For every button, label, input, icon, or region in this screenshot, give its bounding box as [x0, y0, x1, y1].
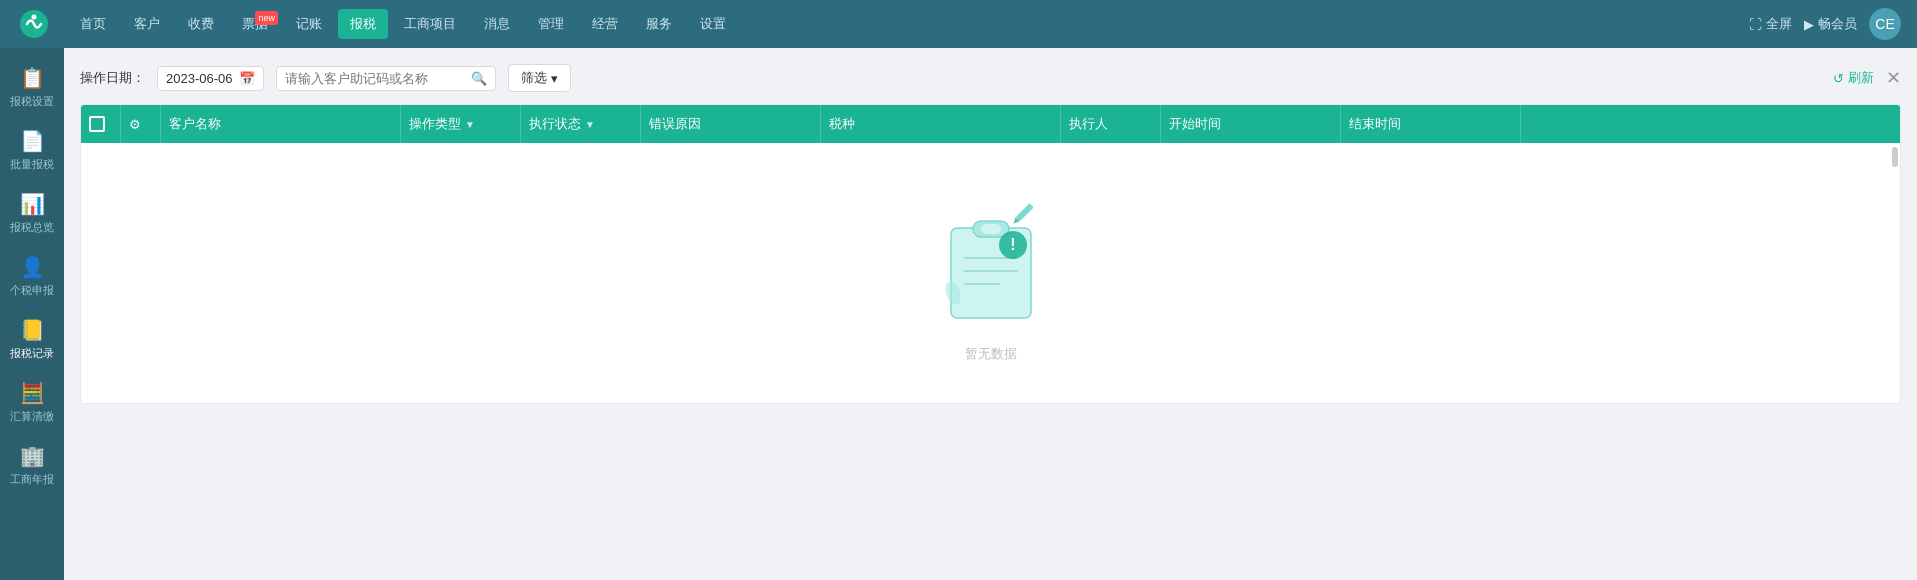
sidebar-label: 批量报税: [10, 157, 54, 172]
fullscreen-label: 全屏: [1766, 15, 1792, 33]
filter-label: 筛选: [521, 69, 547, 87]
th-cell-4[interactable]: 执行状态 ▼: [521, 105, 641, 143]
logo[interactable]: [16, 6, 52, 42]
nav-item-记账[interactable]: 记账: [284, 9, 334, 39]
toolbar-right: ↺ 刷新 ✕: [1833, 67, 1901, 89]
top-nav-right: ⛶ 全屏 ▶ 畅会员 CE: [1749, 8, 1901, 40]
nav-item-服务[interactable]: 服务: [634, 9, 684, 39]
nav-item-首页[interactable]: 首页: [68, 9, 118, 39]
sidebar-label: 个税申报: [10, 283, 54, 298]
th-label: 税种: [829, 115, 855, 133]
sidebar: 📋 报税设置📄 批量报税📊 报税总览👤 个税申报📒 报税记录🧮 汇算清缴🏢 工商…: [0, 48, 64, 580]
scroll-indicator: [1890, 143, 1900, 403]
settings-icon[interactable]: ⚙: [129, 117, 141, 132]
table-header: ⚙ 客户名称 操作类型 ▼ 执行状态 ▼ 错误原因 税种 执行人 开始时间 结束时间: [81, 105, 1900, 143]
sidebar-icon: 📄: [20, 129, 45, 153]
sidebar-item-工商年报[interactable]: 🏢 工商年报: [0, 434, 64, 497]
svg-rect-10: [1015, 203, 1033, 221]
avatar-text: CE: [1875, 16, 1894, 32]
sidebar-icon: 📒: [20, 318, 45, 342]
chevron-down-icon: ▾: [551, 71, 558, 86]
sort-icon[interactable]: ▼: [585, 119, 595, 130]
toolbar: 操作日期： 2023-06-06 📅 🔍 筛选 ▾ ↺ 刷新 ✕: [80, 64, 1901, 92]
nav-item-经营[interactable]: 经营: [580, 9, 630, 39]
main-content: 操作日期： 2023-06-06 📅 🔍 筛选 ▾ ↺ 刷新 ✕ ⚙ 客户名称 操作…: [64, 48, 1917, 580]
avatar[interactable]: CE: [1869, 8, 1901, 40]
th-label: 执行状态: [529, 115, 581, 133]
nav-item-设置[interactable]: 设置: [688, 9, 738, 39]
refresh-label: 刷新: [1848, 69, 1874, 87]
th-label: 结束时间: [1349, 115, 1401, 133]
sidebar-item-批量报税[interactable]: 📄 批量报税: [0, 119, 64, 182]
sidebar-item-报税设置[interactable]: 📋 报税设置: [0, 56, 64, 119]
date-picker[interactable]: 2023-06-06 📅: [157, 66, 264, 91]
table-body: ! 暂无数据: [81, 143, 1900, 403]
th-cell-8: 开始时间: [1161, 105, 1341, 143]
th-cell-7: 执行人: [1061, 105, 1161, 143]
sidebar-item-报税记录[interactable]: 📒 报税记录: [0, 308, 64, 371]
sidebar-icon: 👤: [20, 255, 45, 279]
th-label: 操作类型: [409, 115, 461, 133]
sidebar-label: 工商年报: [10, 472, 54, 487]
th-cell-3[interactable]: 操作类型 ▼: [401, 105, 521, 143]
sidebar-item-汇算清缴[interactable]: 🧮 汇算清缴: [0, 371, 64, 434]
date-value: 2023-06-06: [166, 71, 233, 86]
sidebar-item-个税申报[interactable]: 👤 个税申报: [0, 245, 64, 308]
select-all-checkbox[interactable]: [89, 116, 105, 132]
th-cell-6: 税种: [821, 105, 1061, 143]
sidebar-icon: 📊: [20, 192, 45, 216]
th-label: 开始时间: [1169, 115, 1221, 133]
sidebar-label: 报税设置: [10, 94, 54, 109]
refresh-icon: ↺: [1833, 71, 1844, 86]
search-icon: 🔍: [471, 71, 487, 86]
empty-text: 暂无数据: [965, 345, 1017, 363]
nav-item-管理[interactable]: 管理: [526, 9, 576, 39]
sidebar-item-报税总览[interactable]: 📊 报税总览: [0, 182, 64, 245]
fullscreen-icon: ⛶: [1749, 17, 1762, 32]
close-button[interactable]: ✕: [1886, 67, 1901, 89]
calendar-icon: 📅: [239, 71, 255, 86]
sidebar-label: 报税总览: [10, 220, 54, 235]
th-cell-0: [81, 105, 121, 143]
data-table: ⚙ 客户名称 操作类型 ▼ 执行状态 ▼ 错误原因 税种 执行人 开始时间 结束时间 !: [80, 104, 1901, 404]
member-label: 畅会员: [1818, 15, 1857, 33]
nav-item-消息[interactable]: 消息: [472, 9, 522, 39]
sidebar-label: 汇算清缴: [10, 409, 54, 424]
fullscreen-button[interactable]: ⛶ 全屏: [1749, 15, 1792, 33]
th-label: 执行人: [1069, 115, 1108, 133]
top-nav: 首页客户收费票据new记账报税工商项目消息管理经营服务设置 ⛶ 全屏 ▶ 畅会员…: [0, 0, 1917, 48]
th-cell-1: ⚙: [121, 105, 161, 143]
nav-item-票据[interactable]: 票据new: [230, 9, 280, 39]
date-label: 操作日期：: [80, 69, 145, 87]
nav-item-客户[interactable]: 客户: [122, 9, 172, 39]
member-icon: ▶: [1804, 17, 1814, 32]
th-cell-10: [1521, 105, 1541, 143]
empty-state: ! 暂无数据: [81, 143, 1900, 403]
nav-item-收费[interactable]: 收费: [176, 9, 226, 39]
nav-item-工商项目[interactable]: 工商项目: [392, 9, 468, 39]
sidebar-icon: 🧮: [20, 381, 45, 405]
search-input[interactable]: [285, 71, 465, 86]
th-cell-9: 结束时间: [1341, 105, 1521, 143]
filter-button[interactable]: 筛选 ▾: [508, 64, 571, 92]
sidebar-icon: 🏢: [20, 444, 45, 468]
sidebar-icon: 📋: [20, 66, 45, 90]
nav-item-报税[interactable]: 报税: [338, 9, 388, 39]
svg-rect-4: [981, 224, 1001, 234]
svg-text:!: !: [1010, 236, 1015, 253]
empty-illustration: !: [931, 203, 1051, 333]
search-box: 🔍: [276, 66, 496, 91]
refresh-button[interactable]: ↺ 刷新: [1833, 69, 1874, 87]
th-cell-5: 错误原因: [641, 105, 821, 143]
th-cell-2: 客户名称: [161, 105, 401, 143]
badge-new: new: [255, 11, 278, 25]
sidebar-label: 报税记录: [10, 346, 54, 361]
th-label: 错误原因: [649, 115, 701, 133]
th-label: 客户名称: [169, 115, 221, 133]
member-button[interactable]: ▶ 畅会员: [1804, 15, 1857, 33]
scroll-thumb[interactable]: [1892, 147, 1898, 167]
sort-icon[interactable]: ▼: [465, 119, 475, 130]
nav-items: 首页客户收费票据new记账报税工商项目消息管理经营服务设置: [68, 9, 1749, 39]
svg-point-1: [32, 15, 37, 20]
